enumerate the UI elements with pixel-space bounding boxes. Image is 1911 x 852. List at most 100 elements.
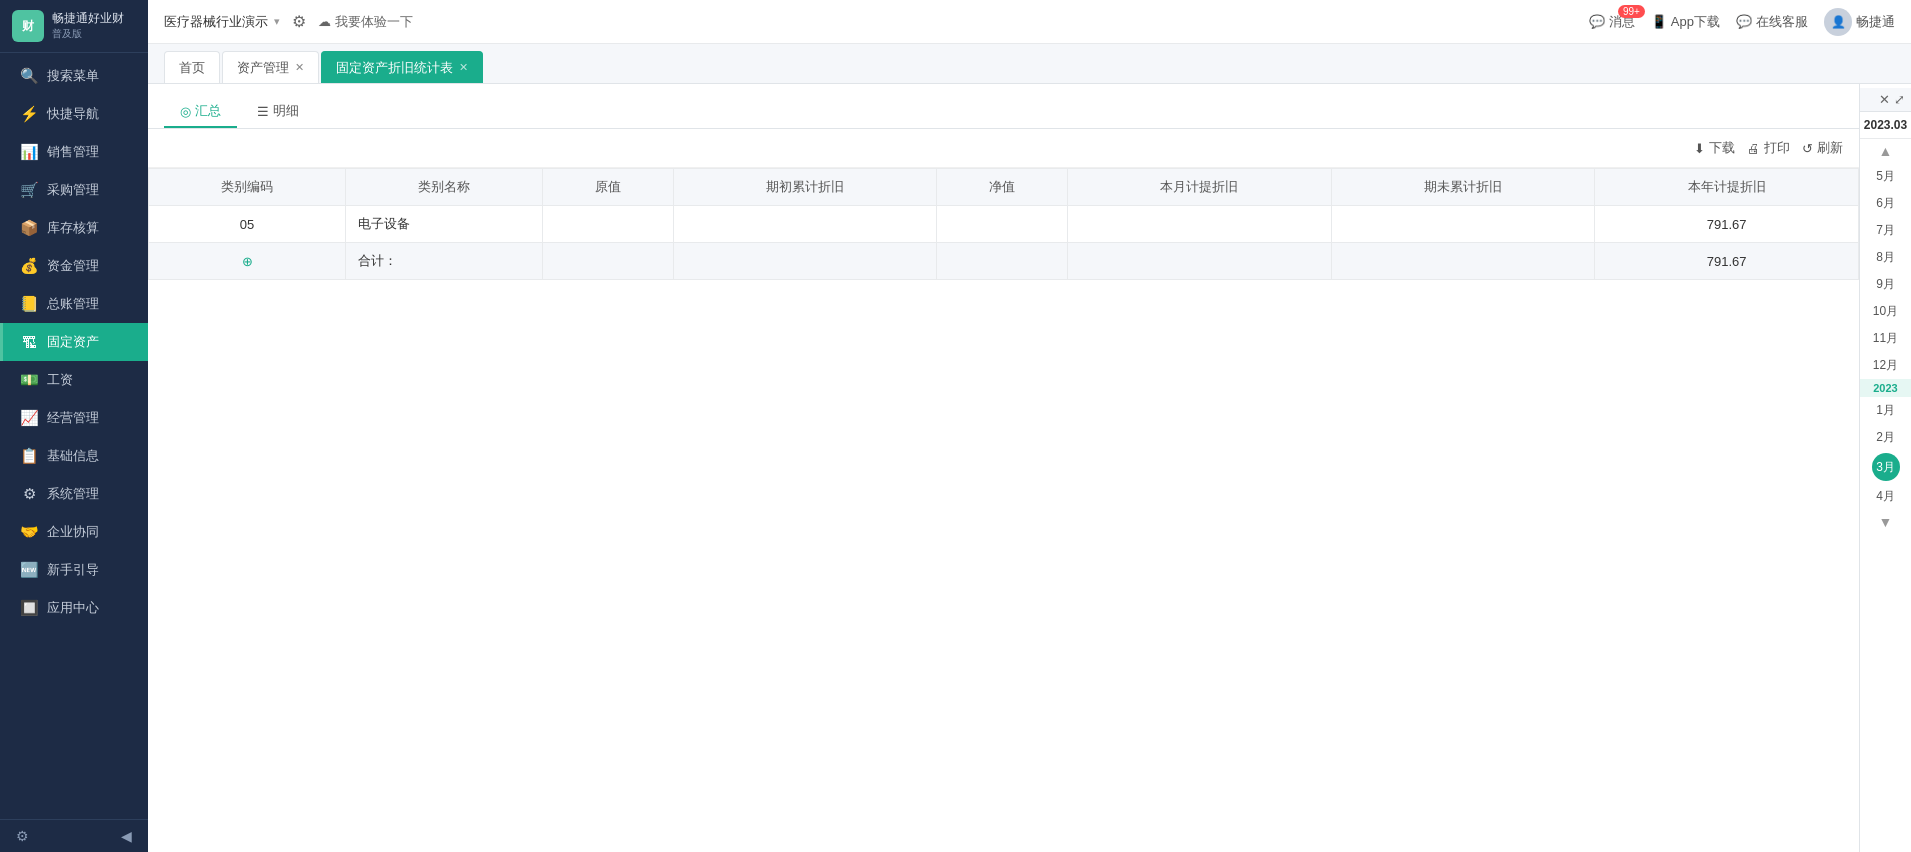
total-icon-cell: ⊕	[149, 243, 346, 280]
sidebar-item-basic-info[interactable]: 📋 基础信息	[0, 437, 148, 475]
sidebar-item-app-center[interactable]: 🔲 应用中心	[0, 589, 148, 627]
month-1[interactable]: 1月	[1860, 397, 1911, 424]
month-11[interactable]: 11月	[1860, 325, 1911, 352]
sidebar-item-fixed-assets[interactable]: 🏗 固定资产	[0, 323, 148, 361]
sidebar-logo: 财 畅捷通好业财 普及版	[0, 0, 148, 53]
col-initial-dep: 期初累计折旧	[673, 169, 937, 206]
topbar: 医疗器械行业演示 ▾ ⚙ ☁ 我要体验一下 💬 消息 99+ 📱 App下载 💬…	[148, 0, 1911, 44]
app-name: 畅捷通好业财	[52, 11, 124, 27]
sidebar-item-label: 工资	[47, 371, 73, 389]
panel-prev-icon[interactable]: ▲	[1875, 139, 1897, 163]
download-label: 下载	[1709, 139, 1735, 157]
sidebar-item-label: 资金管理	[47, 257, 99, 275]
tab-home[interactable]: 首页	[164, 51, 220, 83]
total-period-dep	[1331, 243, 1595, 280]
cell-code: 05	[149, 206, 346, 243]
month-7[interactable]: 7月	[1860, 217, 1911, 244]
quick-nav-icon: ⚡	[19, 105, 39, 123]
refresh-label: 刷新	[1817, 139, 1843, 157]
month-10[interactable]: 10月	[1860, 298, 1911, 325]
col-period-dep: 期未累计折旧	[1331, 169, 1595, 206]
sidebar-item-label: 销售管理	[47, 143, 99, 161]
message-button[interactable]: 💬 消息 99+	[1589, 13, 1635, 31]
cell-original	[543, 206, 674, 243]
month-5[interactable]: 5月	[1860, 163, 1911, 190]
month-6[interactable]: 6月	[1860, 190, 1911, 217]
month-8[interactable]: 8月	[1860, 244, 1911, 271]
salary-icon: 💵	[19, 371, 39, 389]
sidebar-item-enterprise[interactable]: 🤝 企业协同	[0, 513, 148, 551]
main-area: 医疗器械行业演示 ▾ ⚙ ☁ 我要体验一下 💬 消息 99+ 📱 App下载 💬…	[148, 0, 1911, 852]
sub-tab-summary[interactable]: ◎ 汇总	[164, 96, 237, 128]
tab-home-label: 首页	[179, 59, 205, 77]
sub-tab-detail[interactable]: ☰ 明细	[241, 96, 315, 128]
online-service-button[interactable]: 💬 在线客服	[1736, 13, 1808, 31]
tab-fixed-asset-depreciation-close[interactable]: ✕	[459, 61, 468, 74]
sidebar-item-label: 应用中心	[47, 599, 99, 617]
download-button[interactable]: ⬇ 下载	[1694, 139, 1735, 157]
detail-tab-icon: ☰	[257, 104, 269, 119]
tab-asset-mgmt[interactable]: 资产管理 ✕	[222, 51, 319, 83]
message-icon: 💬	[1589, 14, 1605, 29]
chevron-down-icon: ▾	[274, 15, 280, 28]
col-original: 原值	[543, 169, 674, 206]
month-9[interactable]: 9月	[1860, 271, 1911, 298]
inventory-icon: 📦	[19, 219, 39, 237]
panel-close-icon[interactable]: ✕	[1879, 92, 1890, 107]
month-3[interactable]: 3月	[1872, 453, 1900, 481]
sidebar-item-label: 系统管理	[47, 485, 99, 503]
cell-net-value	[937, 206, 1068, 243]
cell-annual-dep: 791.67	[1595, 206, 1859, 243]
sidebar-item-salary[interactable]: 💵 工资	[0, 361, 148, 399]
sidebar-item-operations[interactable]: 📈 经营管理	[0, 399, 148, 437]
depreciation-table: 类别编码 类别名称 原值 期初累计折旧 净值 本月计提折旧 期未累计折旧 本年计…	[148, 168, 1859, 280]
total-row: ⊕ 合计： 791.67	[149, 243, 1859, 280]
summary-tab-label: 汇总	[195, 102, 221, 120]
tab-fixed-asset-depreciation[interactable]: 固定资产折旧统计表 ✕	[321, 51, 483, 83]
service-icon: 💬	[1736, 14, 1752, 29]
sidebar-bottom: ⚙ ◀	[0, 819, 148, 852]
total-monthly-dep	[1067, 243, 1331, 280]
sidebar-item-sales[interactable]: 📊 销售管理	[0, 133, 148, 171]
panel-next-icon[interactable]: ▼	[1875, 510, 1897, 534]
sidebar-item-guide[interactable]: 🆕 新手引导	[0, 551, 148, 589]
sidebar-item-search[interactable]: 🔍 搜索菜单	[0, 57, 148, 95]
sidebar-item-quick-nav[interactable]: ⚡ 快捷导航	[0, 95, 148, 133]
page-content: ◎ 汇总 ☰ 明细 ⬇ 下载 🖨 打印 ↺	[148, 84, 1859, 852]
system-icon: ⚙	[19, 485, 39, 503]
table-row: 05 电子设备 791.67	[149, 206, 1859, 243]
sidebar-item-label: 采购管理	[47, 181, 99, 199]
refresh-button[interactable]: ↺ 刷新	[1802, 139, 1843, 157]
sidebar-item-finance[interactable]: 💰 资金管理	[0, 247, 148, 285]
sidebar-item-inventory[interactable]: 📦 库存核算	[0, 209, 148, 247]
month-4[interactable]: 4月	[1860, 483, 1911, 510]
sidebar-nav: 🔍 搜索菜单 ⚡ 快捷导航 📊 销售管理 🛒 采购管理 📦 库存核算 💰 资金管…	[0, 53, 148, 819]
company-name: 医疗器械行业演示	[164, 13, 268, 31]
user-menu[interactable]: 👤 畅捷通	[1824, 8, 1895, 36]
operations-icon: 📈	[19, 409, 39, 427]
panel-header: ✕ ⤢	[1860, 88, 1911, 112]
month-2[interactable]: 2月	[1860, 424, 1911, 451]
ledger-icon: 📒	[19, 295, 39, 313]
tab-asset-mgmt-close[interactable]: ✕	[295, 61, 304, 74]
sidebar-item-label: 快捷导航	[47, 105, 99, 123]
cell-name: 电子设备	[346, 206, 543, 243]
experience-button[interactable]: ☁ 我要体验一下	[318, 13, 413, 31]
app-download-label: App下载	[1671, 13, 1720, 31]
settings-bottom-icon[interactable]: ⚙	[16, 828, 29, 844]
month-12[interactable]: 12月	[1860, 352, 1911, 379]
sidebar-item-purchase[interactable]: 🛒 采购管理	[0, 171, 148, 209]
app-download-button[interactable]: 📱 App下载	[1651, 13, 1720, 31]
sidebar-item-ledger[interactable]: 📒 总账管理	[0, 285, 148, 323]
print-button[interactable]: 🖨 打印	[1747, 139, 1790, 157]
total-label-cell: 合计：	[346, 243, 543, 280]
collapse-sidebar-icon[interactable]: ◀	[121, 828, 132, 844]
panel-expand-icon[interactable]: ⤢	[1894, 92, 1905, 107]
sidebar-item-label: 新手引导	[47, 561, 99, 579]
col-name: 类别名称	[346, 169, 543, 206]
cell-monthly-dep	[1067, 206, 1331, 243]
tab-fixed-asset-depreciation-label: 固定资产折旧统计表	[336, 59, 453, 77]
company-selector[interactable]: 医疗器械行业演示 ▾	[164, 13, 280, 31]
topbar-settings-icon[interactable]: ⚙	[292, 12, 306, 31]
sidebar-item-system[interactable]: ⚙ 系统管理	[0, 475, 148, 513]
